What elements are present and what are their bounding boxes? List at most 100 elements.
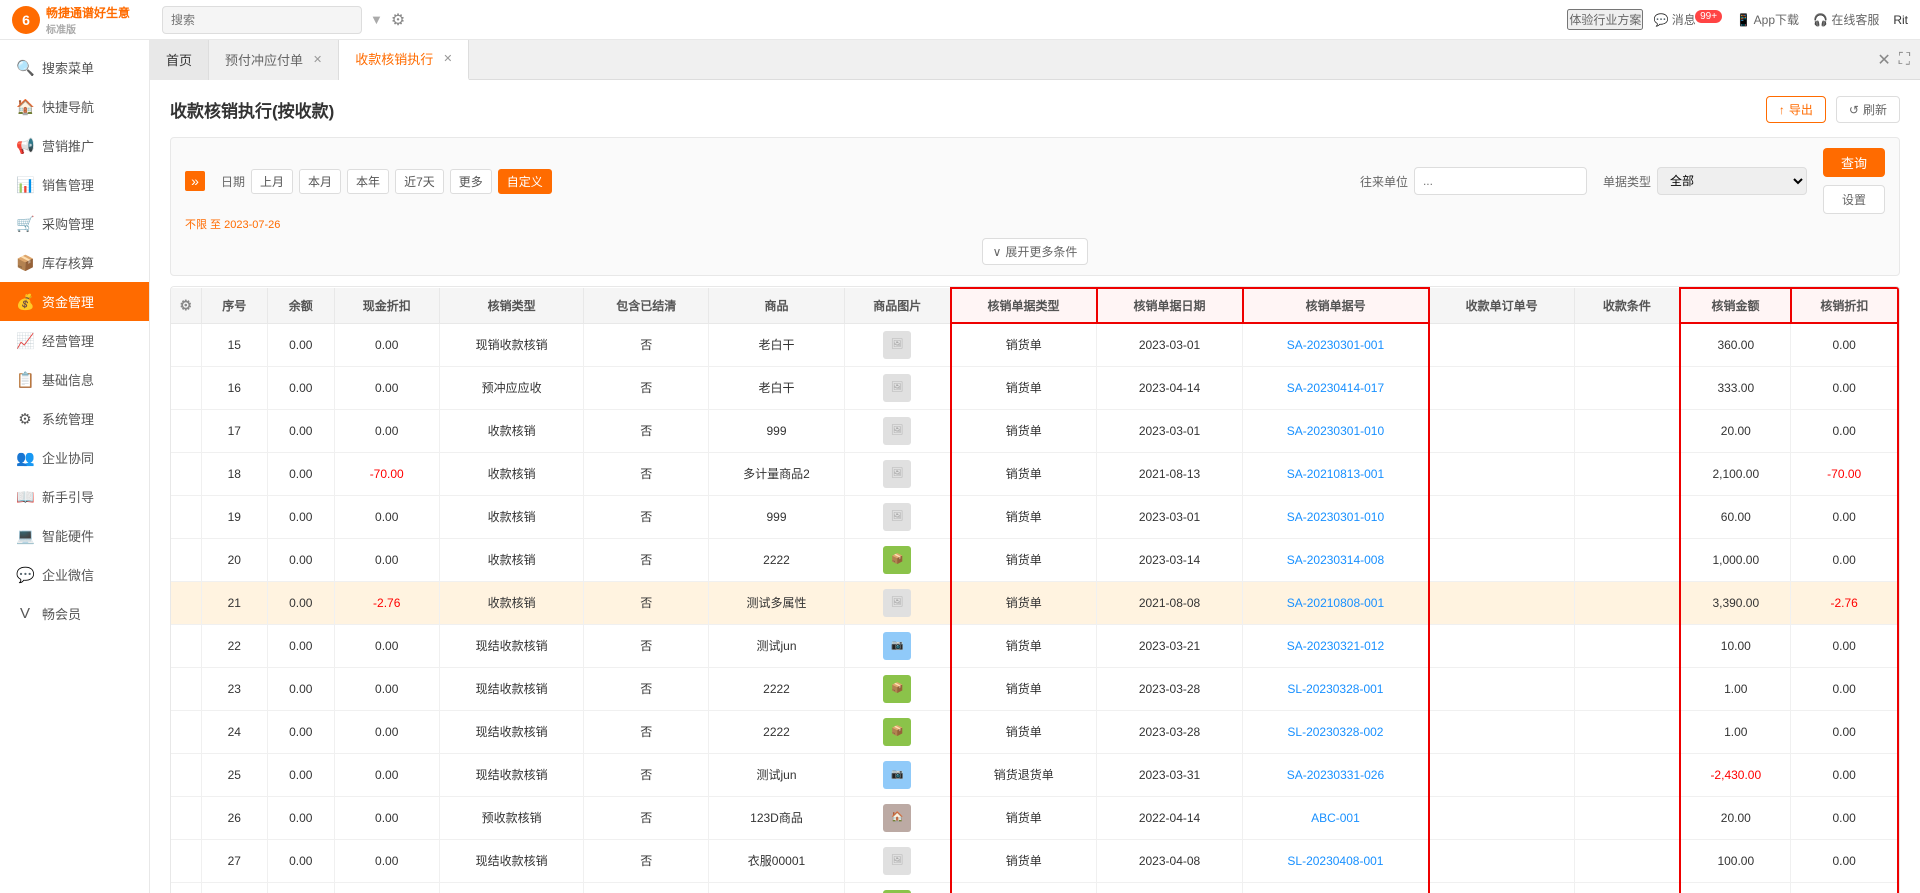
sidebar-item-wechat[interactable]: 💬 企业微信 — [0, 555, 149, 594]
cell-balance: 0.00 — [268, 839, 335, 882]
sidebar-item-nav[interactable]: 🏠 快捷导航 — [0, 87, 149, 126]
table-row: 22 0.00 0.00 现结收款核销 否 测试jun 📷 销货单 2023-0… — [171, 624, 1898, 667]
cell-cancel-amount: 20.00 — [1680, 796, 1791, 839]
cell-no: 15 — [201, 323, 268, 366]
sidebar-item-sales[interactable]: 📊 销售管理 — [0, 165, 149, 204]
sidebar-item-basic[interactable]: 📋 基础信息 — [0, 360, 149, 399]
date-btn-thismonth[interactable]: 本月 — [299, 169, 341, 194]
search-dropdown-icon[interactable]: ▼ — [370, 12, 383, 27]
cell-cancel-bill-date: 2023-03-01 — [1097, 495, 1243, 538]
sidebar-item-collab[interactable]: 👥 企业协同 — [0, 438, 149, 477]
cancel-bill-no-link[interactable]: SL-20230328-002 — [1287, 725, 1383, 739]
settings-icon[interactable]: ⚙ — [391, 10, 405, 30]
expand-filters-button[interactable]: ∨ 展开更多条件 — [982, 238, 1089, 265]
table-row: 17 0.00 0.00 收款核销 否 999 🖼 销货单 2023-03-01… — [171, 409, 1898, 452]
cell-cash-discount: 0.00 — [334, 366, 439, 409]
tab-prepay-close[interactable]: ✕ — [313, 53, 322, 66]
date-btn-more[interactable]: 更多 — [450, 169, 492, 194]
cancel-bill-no-link[interactable]: ABC-001 — [1311, 811, 1360, 825]
cell-cash-discount: 0.00 — [334, 839, 439, 882]
cancel-bill-no-link[interactable]: SA-20230331-026 — [1287, 768, 1384, 782]
date-btn-lastmonth[interactable]: 上月 — [251, 169, 293, 194]
tab-receipt-close[interactable]: ✕ — [443, 52, 452, 65]
people-icon: 👥 — [16, 449, 34, 467]
sidebar-item-system[interactable]: ⚙ 系统管理 — [0, 399, 149, 438]
cell-product: 测试jun — [709, 624, 845, 667]
cell-product-image: 🏠 — [844, 796, 950, 839]
cancel-bill-no-link[interactable]: SA-20230321-012 — [1287, 639, 1384, 653]
sidebar-item-hardware[interactable]: 💻 智能硬件 — [0, 516, 149, 555]
filter-toggle-button[interactable]: » — [185, 171, 205, 191]
sidebar-item-finance[interactable]: 💰 资金管理 — [0, 282, 149, 321]
cell-receipt-order-no — [1429, 452, 1574, 495]
cell-receipt-order-no — [1429, 366, 1574, 409]
col-settings-icon[interactable]: ⚙ — [179, 297, 192, 313]
cancel-bill-no-link[interactable]: SA-20230301-001 — [1287, 338, 1384, 352]
sidebar-item-search[interactable]: 🔍 搜索菜单 — [0, 48, 149, 87]
app-download-link[interactable]: 📱 App下载 — [1736, 11, 1799, 28]
cancel-bill-no-link[interactable]: SA-20210808-001 — [1287, 596, 1384, 610]
chart-icon: 📊 — [16, 176, 34, 194]
query-button[interactable]: 查询 — [1823, 148, 1885, 177]
cell-cash-discount: 0.00 — [334, 409, 439, 452]
cell-no: 18 — [201, 452, 268, 495]
cell-cancel-bill-type: 销货单 — [951, 839, 1097, 882]
tab-expand-icon[interactable]: ⛶ — [1899, 51, 1910, 69]
sidebar-item-system-label: 系统管理 — [42, 409, 94, 428]
cell-receipt-order-no — [1429, 710, 1574, 753]
user-name: Rit — [1893, 13, 1908, 27]
cart-icon: 🛒 — [16, 215, 34, 233]
cell-cash-discount: -70.00 — [334, 452, 439, 495]
cell-settings — [171, 538, 201, 581]
cell-no: 26 — [201, 796, 268, 839]
sidebar-item-inventory[interactable]: 📦 库存核算 — [0, 243, 149, 282]
money-icon: 💰 — [16, 293, 34, 311]
message-icon[interactable]: 💬 消息 99+ — [1653, 11, 1722, 28]
cancel-bill-no-link[interactable]: SA-20210813-001 — [1287, 467, 1384, 481]
solution-button[interactable]: 体验行业方案 — [1567, 9, 1643, 30]
export-button[interactable]: ↑ 导出 — [1766, 96, 1826, 123]
partner-filter-input[interactable] — [1414, 167, 1587, 195]
cell-cancel-bill-no: ABC-001 — [1243, 796, 1429, 839]
date-btn-7days[interactable]: 近7天 — [395, 169, 444, 194]
bill-type-filter-select[interactable]: 全部 销货单 销货退货单 — [1657, 167, 1807, 195]
tab-receipt[interactable]: 收款核销执行 ✕ — [339, 40, 469, 80]
cell-cancel-bill-date: 2023-03-31 — [1097, 753, 1243, 796]
book-icon: 📖 — [16, 488, 34, 506]
tab-prepay[interactable]: 预付冲应付单 ✕ — [209, 40, 339, 80]
cell-cancel-amount: 100.00 — [1680, 839, 1791, 882]
cell-cancel-type: 现结收款核销 — [439, 753, 583, 796]
cell-balance: 0.00 — [268, 753, 335, 796]
cancel-bill-no-link[interactable]: SL-20230408-001 — [1287, 854, 1383, 868]
online-service-link[interactable]: 🎧 在线客服 — [1813, 11, 1879, 28]
date-btn-thisyear[interactable]: 本年 — [347, 169, 389, 194]
sidebar-item-operations-label: 经营管理 — [42, 331, 94, 350]
cell-cancel-discount: 0.00 — [1791, 796, 1898, 839]
cell-cancel-type: 收款核销 — [439, 409, 583, 452]
sidebar-item-member[interactable]: V 畅会员 — [0, 594, 149, 633]
cell-settings — [171, 710, 201, 753]
page-actions: ↑ 导出 ↺ 刷新 — [1766, 96, 1900, 123]
cell-cancel-type: 现结收款核销 — [439, 624, 583, 667]
col-cancel-type: 核销类型 — [439, 288, 583, 323]
sidebar-item-guide[interactable]: 📖 新手引导 — [0, 477, 149, 516]
date-btn-custom[interactable]: 自定义 — [498, 169, 552, 194]
cancel-bill-no-link[interactable]: SA-20230301-010 — [1287, 424, 1384, 438]
cancel-bill-no-link[interactable]: SL-20230328-001 — [1287, 682, 1383, 696]
cancel-bill-no-link[interactable]: SA-20230314-008 — [1287, 553, 1384, 567]
cell-cancel-discount: 0.00 — [1791, 624, 1898, 667]
table-row: 16 0.00 0.00 预冲应应收 否 老白干 🖼 销货单 2023-04-1… — [171, 366, 1898, 409]
cell-cancel-bill-no: SL-20230408-001 — [1243, 839, 1429, 882]
setting-button[interactable]: 设置 — [1823, 185, 1885, 214]
sidebar-item-operations[interactable]: 📈 经营管理 — [0, 321, 149, 360]
tab-home[interactable]: 首页 — [150, 40, 209, 80]
main-area: 首页 预付冲应付单 ✕ 收款核销执行 ✕ ✕ ⛶ 收款核销执行(按收款) — [150, 40, 1920, 893]
sidebar-item-marketing[interactable]: 📢 营销推广 — [0, 126, 149, 165]
sidebar-item-purchase[interactable]: 🛒 采购管理 — [0, 204, 149, 243]
refresh-button[interactable]: ↺ 刷新 — [1836, 96, 1900, 123]
cell-cancel-amount: 20.00 — [1680, 409, 1791, 452]
tab-close-icon[interactable]: ✕ — [1877, 50, 1890, 70]
cancel-bill-no-link[interactable]: SA-20230301-010 — [1287, 510, 1384, 524]
cancel-bill-no-link[interactable]: SA-20230414-017 — [1287, 381, 1384, 395]
search-input[interactable] — [162, 6, 362, 34]
